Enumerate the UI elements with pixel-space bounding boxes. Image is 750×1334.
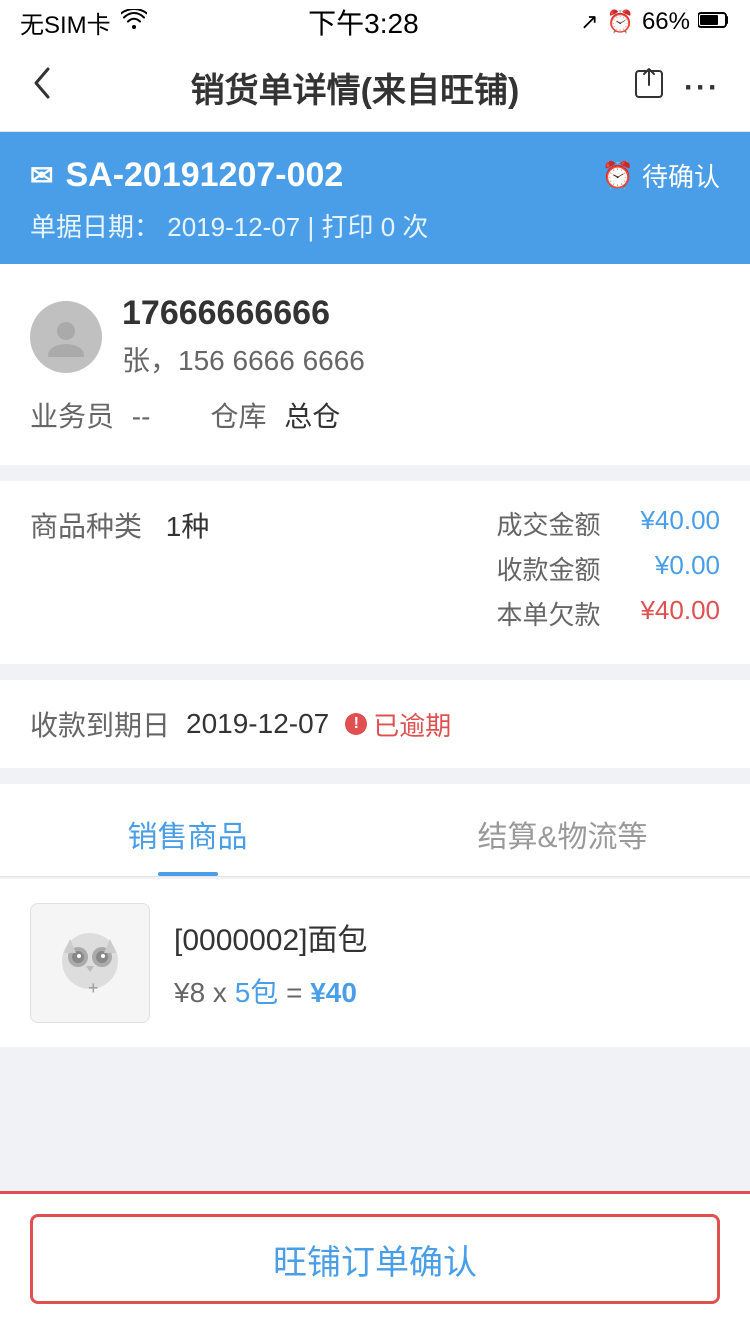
confirm-button[interactable]: 旺铺订单确认 [30,1214,720,1304]
nav-actions: ··· [620,67,720,109]
product-owl-icon: + [50,919,130,1008]
order-status: ⏰ 待确认 [602,157,720,194]
share-icon[interactable] [634,67,664,109]
due-date: 2019-12-07 [186,708,329,740]
order-header-top: ✉ SA-20191207-002 ⏰ 待确认 [30,156,720,195]
status-clock-icon: ⏰ [602,160,634,191]
customer-info: 17666666666 张，156 6666 6666 [122,294,365,379]
battery-percent: 66% [642,8,690,36]
order-print-unit: 次 [402,212,428,242]
owed-label: 本单欠款 [496,595,600,632]
kinds-value: 1种 [166,511,210,542]
order-number: ✉ SA-20191207-002 [30,156,343,195]
received-label: 收款金额 [496,550,600,587]
deal-label: 成交金额 [496,505,600,542]
product-section: + [0000002]面包 ¥8 x 5包 = ¥40 [0,879,750,1047]
avatar [30,301,102,373]
tabs: 销售商品 结算&物流等 [0,784,750,877]
order-date-value: 2019-12-07 [167,212,300,242]
kinds-label: 商品种类 [30,511,142,542]
status-right: ↗ ⏰ 66% [580,8,730,36]
product-info: [0000002]面包 ¥8 x 5包 = ¥40 [174,915,720,1011]
overdue-badge: ! 已逾期 [345,706,451,743]
product-item: + [0000002]面包 ¥8 x 5包 = ¥40 [0,879,750,1047]
alarm-icon: ⏰ [607,9,634,35]
status-text: 待确认 [642,157,720,194]
sales-value: -- [132,401,151,432]
customer-meta: 业务员 -- 仓库 总仓 [30,395,720,435]
customer-row: 17666666666 张，156 6666 6666 [30,294,720,379]
customer-phone: 17666666666 [122,294,365,333]
price-label: ¥8 x [174,977,227,1008]
order-print-label: | 打印 [307,212,380,242]
wifi-icon [121,8,147,36]
order-number-icon: ✉ [30,159,53,192]
battery-icon [698,8,730,36]
confirm-button-wrap: 旺铺订单确认 [0,1191,750,1334]
svg-text:+: + [88,978,99,998]
received-value: ¥0.00 [655,550,720,587]
carrier-text: 无SIM卡 [20,5,111,40]
tab-settlement[interactable]: 结算&物流等 [375,784,750,876]
due-label: 收款到期日 [30,704,170,744]
sales-label: 业务员 [30,401,114,432]
status-bar: 无SIM卡 下午3:28 ↗ ⏰ 66% [0,0,750,44]
customer-section: 17666666666 张，156 6666 6666 业务员 -- 仓库 总仓 [0,264,750,465]
location-icon: ↗ [580,9,598,35]
nav-bar: 销货单详情(来自旺铺) ··· [0,44,750,132]
product-image: + [30,903,150,1023]
overdue-dot-icon: ! [345,713,367,735]
overdue-text: 已逾期 [373,706,451,743]
product-price: ¥8 x 5包 = ¥40 [174,971,720,1011]
warehouse-label: 仓库 [210,401,266,432]
amounts-list: 成交金额 ¥40.00 收款金额 ¥0.00 本单欠款 ¥40.00 [496,505,720,640]
sales-item: 业务员 -- [30,395,150,435]
amount-row-received: 收款金额 ¥0.00 [496,550,720,587]
status-time: 下午3:28 [308,2,419,42]
order-header: ✉ SA-20191207-002 ⏰ 待确认 单据日期： 2019-12-07… [0,132,750,264]
back-button[interactable] [30,63,90,112]
warehouse-item: 仓库 总仓 [210,395,340,435]
product-name: [0000002]面包 [174,915,720,959]
product-kinds: 商品种类 1种 [30,505,209,545]
tab-sales-goods[interactable]: 销售商品 [0,784,375,876]
customer-name: 张，156 6666 6666 [122,339,365,379]
order-number-text: SA-20191207-002 [65,156,343,195]
amount-row-owed: 本单欠款 ¥40.00 [496,595,720,632]
tabs-section: 销售商品 结算&物流等 [0,784,750,877]
due-section: 收款到期日 2019-12-07 ! 已逾期 [0,680,750,768]
price-qty: 5包 [235,977,279,1008]
order-print-count: 0 [381,212,395,242]
price-total: ¥40 [310,977,357,1008]
price-equals: = [286,977,310,1008]
deal-value: ¥40.00 [640,505,720,542]
more-icon[interactable]: ··· [684,71,720,105]
amount-row-deal: 成交金额 ¥40.00 [496,505,720,542]
status-left: 无SIM卡 [20,5,147,40]
order-date-row: 单据日期： 2019-12-07 | 打印 0 次 [30,207,720,244]
order-date-label: 单据日期： [30,212,160,242]
page-title: 销货单详情(来自旺铺) [90,63,620,112]
owed-value: ¥40.00 [640,595,720,632]
warehouse-value: 总仓 [284,401,340,432]
amount-section: 商品种类 1种 成交金额 ¥40.00 收款金额 ¥0.00 本单欠款 ¥40.… [0,481,750,664]
